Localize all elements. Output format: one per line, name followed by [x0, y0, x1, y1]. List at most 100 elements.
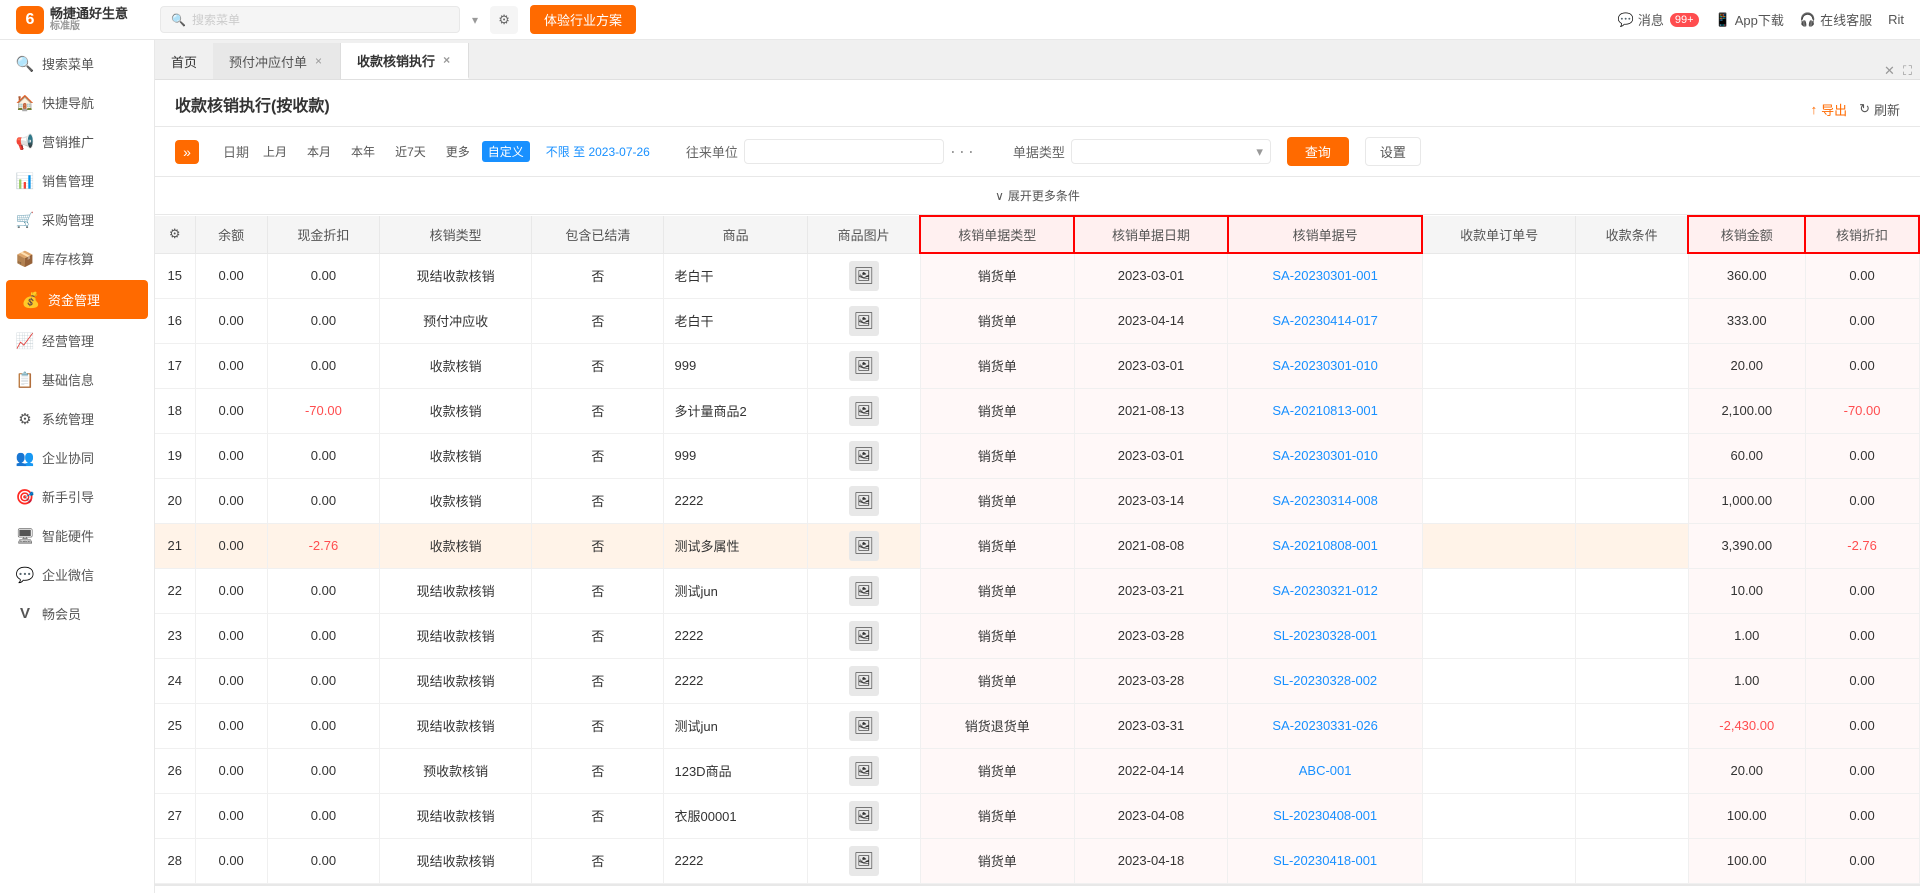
doc-no-link[interactable]: SL-20230418-001	[1273, 853, 1377, 868]
search-icon: 🔍	[171, 13, 186, 27]
sidebar-item-guide[interactable]: 🎯 新手引导	[0, 477, 154, 516]
sidebar-item-hardware[interactable]: 🖥 智能硬件	[0, 516, 154, 555]
th-doc-report-date: 核销单据日期	[1074, 216, 1228, 253]
sidebar-item-basic-info[interactable]: 📋 基础信息	[0, 360, 154, 399]
date-btn-this-month[interactable]: 本月	[299, 141, 339, 162]
message-button[interactable]: 💬 消息 99+	[1618, 10, 1699, 29]
cell-doc-report-no[interactable]: SA-20230301-001	[1228, 253, 1423, 298]
doc-no-link[interactable]: SA-20230301-010	[1272, 358, 1378, 373]
cell-doc-report-no[interactable]: SL-20230418-001	[1228, 838, 1423, 883]
settings-button[interactable]: 设置	[1365, 137, 1421, 166]
tab-home[interactable]: 首页	[155, 43, 213, 79]
th-receipt-condition: 收款条件	[1575, 216, 1688, 253]
cell-writeoff-discount: 0.00	[1805, 253, 1919, 298]
cell-goods: 2222	[664, 478, 807, 523]
doc-no-link[interactable]: SL-20230328-001	[1273, 628, 1377, 643]
doc-type-select[interactable]	[1071, 139, 1271, 164]
cell-doc-report-no[interactable]: SA-20230321-012	[1228, 568, 1423, 613]
cell-writeoff-type: 预付冲应收	[380, 298, 532, 343]
cell-goods-img: 🖼	[807, 478, 920, 523]
app-download-button[interactable]: 📱 App下载	[1715, 10, 1784, 29]
query-button[interactable]: 查询	[1287, 137, 1349, 166]
cell-doc-report-no[interactable]: SA-20210808-001	[1228, 523, 1423, 568]
doc-no-link[interactable]: SA-20210813-001	[1272, 403, 1378, 418]
tab-close-writeoff[interactable]: ×	[441, 53, 452, 67]
cell-goods: 2222	[664, 613, 807, 658]
doc-no-link[interactable]: SA-20230301-001	[1272, 268, 1378, 283]
sidebar-item-inventory[interactable]: 📦 库存核算	[0, 239, 154, 278]
doc-no-link[interactable]: SL-20230328-002	[1273, 673, 1377, 688]
date-btn-7days[interactable]: 近7天	[387, 141, 434, 162]
sidebar-item-purchase[interactable]: 🛒 采购管理	[0, 200, 154, 239]
cell-included: 否	[532, 343, 664, 388]
export-button[interactable]: ↑ 导出	[1811, 100, 1848, 119]
cell-cash-discount: 0.00	[267, 703, 379, 748]
date-btn-this-year[interactable]: 本年	[343, 141, 383, 162]
date-btn-more[interactable]: 更多	[438, 141, 478, 162]
sidebar-item-sales[interactable]: 📊 销售管理	[0, 161, 154, 200]
cell-writeoff-amount: 333.00	[1688, 298, 1805, 343]
th-writeoff-type: 核销类型	[380, 216, 532, 253]
th-doc-report-no: 核销单据号	[1228, 216, 1423, 253]
close-window-icon[interactable]: ✕	[1884, 63, 1895, 79]
dropdown-arrow-icon[interactable]: ▾	[472, 13, 478, 27]
cell-doc-report-no[interactable]: ABC-001	[1228, 748, 1423, 793]
sidebar-item-marketing[interactable]: 📢 营销推广	[0, 122, 154, 161]
doc-no-link[interactable]: SA-20210808-001	[1272, 538, 1378, 553]
page-title: 收款核销执行(按收款)	[175, 92, 330, 126]
online-service-button[interactable]: 🎧 在线客服	[1800, 10, 1872, 29]
tab-close-prepay[interactable]: ×	[313, 54, 324, 68]
cell-goods-img: 🖼	[807, 343, 920, 388]
doc-no-link[interactable]: SA-20230301-010	[1272, 448, 1378, 463]
cell-doc-report-no[interactable]: SA-20230301-010	[1228, 343, 1423, 388]
tab-writeoff[interactable]: 收款核销执行 ×	[341, 43, 469, 79]
expand-more-bar: ∨ 展开更多条件	[155, 177, 1920, 215]
settings-icon[interactable]: ⚙	[169, 226, 181, 241]
refresh-button[interactable]: ↻ 刷新	[1859, 100, 1900, 119]
sidebar-item-operations[interactable]: 📈 经营管理	[0, 321, 154, 360]
cell-doc-report-no[interactable]: SL-20230328-001	[1228, 613, 1423, 658]
expand-more-button[interactable]: ∨ 展开更多条件	[995, 183, 1080, 208]
sidebar-item-member[interactable]: V 畅会员	[0, 594, 154, 633]
cell-doc-report-no[interactable]: SA-20230301-010	[1228, 433, 1423, 478]
cell-balance: 0.00	[195, 838, 267, 883]
sidebar-item-finance[interactable]: 💰 资金管理	[6, 280, 148, 319]
sidebar-item-wechat[interactable]: 💬 企业微信	[0, 555, 154, 594]
doc-no-link[interactable]: ABC-001	[1299, 763, 1352, 778]
sidebar-item-system[interactable]: ⚙ 系统管理	[0, 399, 154, 438]
cell-doc-report-no[interactable]: SA-20230414-017	[1228, 298, 1423, 343]
cell-doc-report-date: 2023-03-28	[1074, 658, 1228, 703]
cell-receipt-condition	[1575, 838, 1688, 883]
th-settings[interactable]: ⚙	[155, 216, 195, 253]
cell-doc-report-no[interactable]: SA-20230314-008	[1228, 478, 1423, 523]
sidebar-item-quicknav[interactable]: 🏠 快捷导航	[0, 83, 154, 122]
tab-prepay[interactable]: 预付冲应付单 ×	[213, 43, 341, 79]
doc-no-link[interactable]: SA-20230321-012	[1272, 583, 1378, 598]
cell-writeoff-amount: 2,100.00	[1688, 388, 1805, 433]
cell-balance: 0.00	[195, 793, 267, 838]
solution-button[interactable]: 体验行业方案	[530, 5, 636, 34]
cell-doc-report-no[interactable]: SL-20230408-001	[1228, 793, 1423, 838]
search-icon: 🔍	[16, 55, 34, 73]
maximize-icon[interactable]: ⛶	[1903, 63, 1912, 79]
cell-doc-report-type: 销货单	[920, 433, 1074, 478]
sidebar-item-collaboration[interactable]: 👥 企业协同	[0, 438, 154, 477]
date-btn-last-month[interactable]: 上月	[255, 141, 295, 162]
doc-no-link[interactable]: SA-20230314-008	[1272, 493, 1378, 508]
cell-writeoff-discount: 0.00	[1805, 343, 1919, 388]
date-btn-custom[interactable]: 自定义	[482, 141, 530, 162]
doc-no-link[interactable]: SL-20230408-001	[1273, 808, 1377, 823]
doc-no-link[interactable]: SA-20230331-026	[1272, 718, 1378, 733]
doc-no-link[interactable]: SA-20230414-017	[1272, 313, 1378, 328]
partner-input[interactable]	[744, 139, 944, 164]
cell-writeoff-amount: 1.00	[1688, 658, 1805, 703]
cell-doc-report-no[interactable]: SA-20210813-001	[1228, 388, 1423, 433]
cell-doc-report-type: 销货单	[920, 568, 1074, 613]
cell-doc-report-no[interactable]: SA-20230331-026	[1228, 703, 1423, 748]
cell-cash-discount: 0.00	[267, 253, 379, 298]
filter-expand-button[interactable]: »	[175, 140, 199, 164]
gear-button[interactable]: ⚙	[490, 6, 518, 34]
cell-doc-report-no[interactable]: SL-20230328-002	[1228, 658, 1423, 703]
sidebar-item-search[interactable]: 🔍 搜索菜单	[0, 44, 154, 83]
user-avatar[interactable]: Rit	[1888, 12, 1904, 27]
